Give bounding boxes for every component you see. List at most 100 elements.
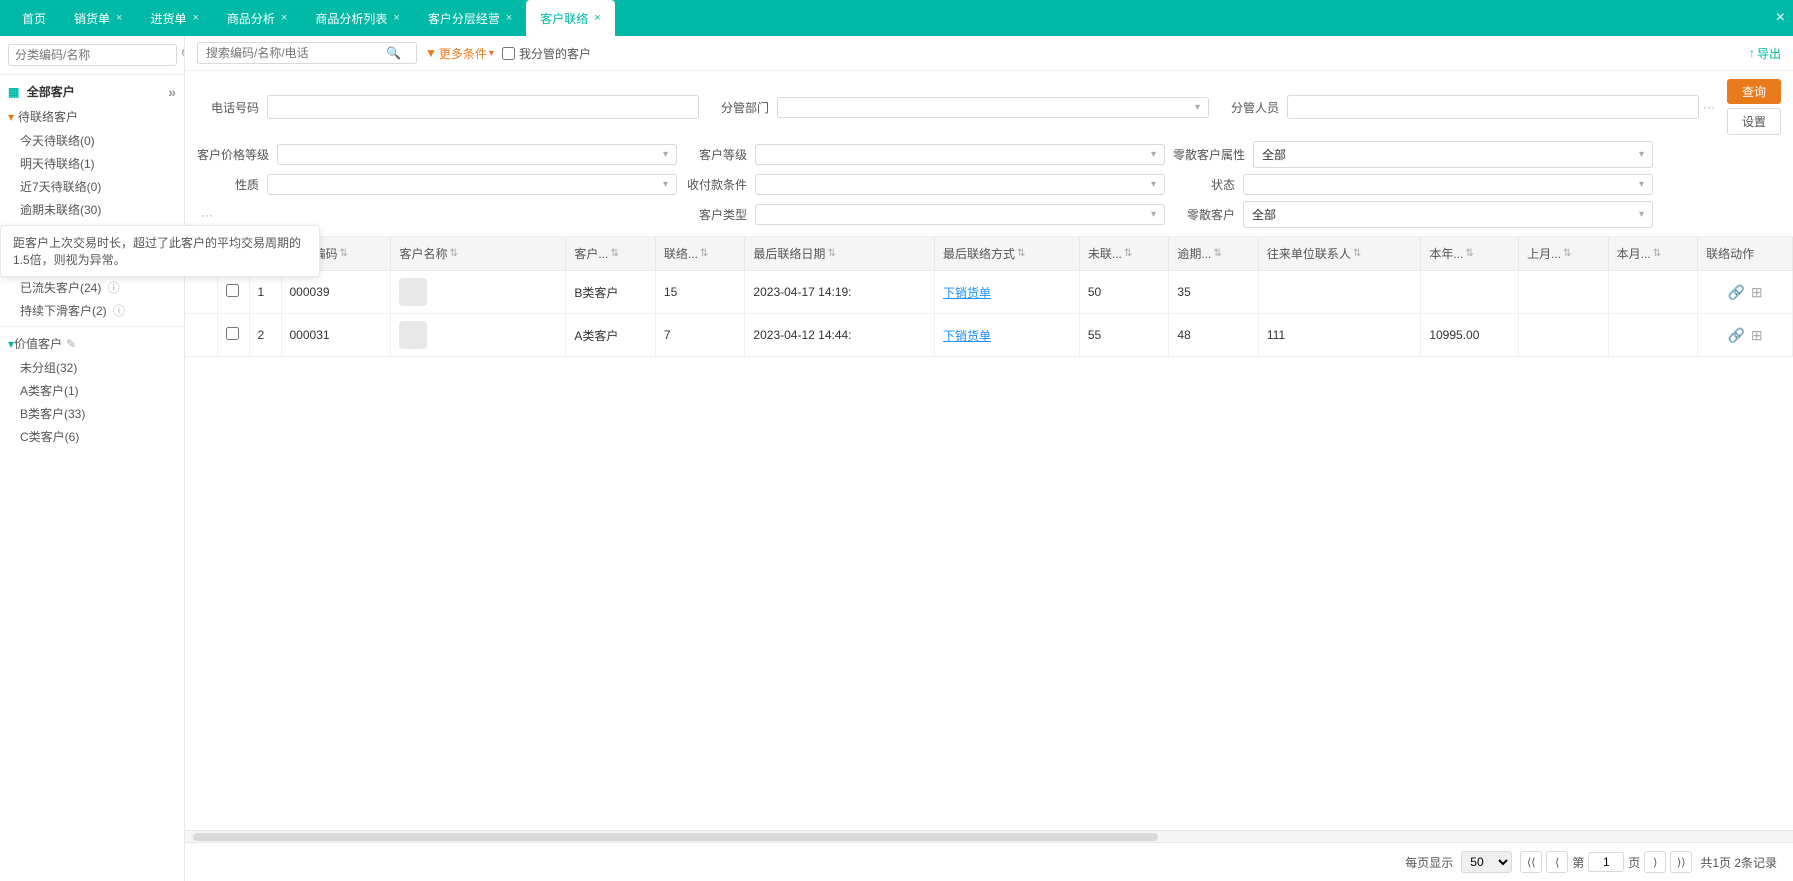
sidebar-item-7days[interactable]: 近7天待联络(0) <box>0 175 184 198</box>
filter-search-icon[interactable]: 🔍 <box>386 46 401 60</box>
nature-select[interactable]: ▾ <box>267 174 677 195</box>
grid-icon: ▦ <box>8 85 19 99</box>
payment-select[interactable]: ▾ <box>755 174 1165 195</box>
customer-level-select[interactable]: ▾ <box>755 144 1165 165</box>
nav-purchase-order-close[interactable]: × <box>192 12 198 24</box>
status-select[interactable]: ▾ <box>1243 174 1653 195</box>
info-icon-3: ⓘ <box>108 281 120 295</box>
cell-uncontacted-2: 55 <box>1079 314 1169 357</box>
sort-lastmonth-icon: ⇅ <box>1563 248 1571 259</box>
nav-customer-segment[interactable]: 客户分层经营 × <box>414 0 526 36</box>
grid-action-icon-1[interactable]: ⊞ <box>1751 284 1763 301</box>
sidebar-item-a-class[interactable]: A类客户(1) <box>0 379 184 402</box>
retail-attr-select[interactable]: 全部 ▾ <box>1253 141 1653 168</box>
prev-page-btn[interactable]: ⟨ <box>1546 851 1568 873</box>
manager-dots-btn[interactable]: ··· <box>1699 96 1719 118</box>
per-page-select[interactable]: 50 100 200 <box>1461 851 1512 873</box>
sidebar-item-declining[interactable]: 持续下滑客户(2) ⓘ <box>0 299 184 322</box>
row2-checkbox[interactable] <box>226 327 239 340</box>
edit-icon[interactable]: ✎ <box>66 337 76 351</box>
sidebar-item-churned[interactable]: 已流失客户(24) ⓘ <box>0 276 184 299</box>
cell-method-2: 下销货单 <box>934 314 1079 357</box>
nav-purchase-order[interactable]: 进货单 × <box>136 0 212 36</box>
col-last-month[interactable]: 上月... ⇅ <box>1519 237 1609 271</box>
sidebar-item-today[interactable]: 今天待联络(0) <box>0 129 184 152</box>
settings-button[interactable]: 设置 <box>1727 108 1781 135</box>
col-last-contact-method[interactable]: 最后联络方式 ⇅ <box>934 237 1079 271</box>
cell-contact-1: 15 <box>655 271 745 314</box>
filter-field-dots: ··· <box>197 204 677 226</box>
row4-dots-btn[interactable]: ··· <box>197 204 217 226</box>
link-icon-2[interactable]: 🔗 <box>1727 327 1744 344</box>
cell-thismonth-1 <box>1608 271 1698 314</box>
sidebar: 🔍 ▦ 全部客户 » ▾ 待联络客户 今天待联络(0) 明天待联络(1) 近7天… <box>0 36 185 881</box>
filter-more-conditions[interactable]: ▼ 更多条件 ▾ <box>425 45 494 62</box>
method-link-2[interactable]: 下销货单 <box>943 329 991 343</box>
sidebar-item-tomorrow[interactable]: 明天待联络(1) <box>0 152 184 175</box>
col-overdue[interactable]: 逾期... ⇅ <box>1169 237 1259 271</box>
nav-product-analysis[interactable]: 商品分析 × <box>213 0 301 36</box>
filter-my-customers-area: 我分管的客户 <box>502 45 591 62</box>
sidebar-item-ungrouped[interactable]: 未分组(32) <box>0 356 184 379</box>
col-name[interactable]: 客户名称 ⇅ <box>391 237 566 271</box>
scrollbar-thumb[interactable] <box>193 833 1158 841</box>
nav-home[interactable]: 首页 <box>8 0 60 36</box>
filter-row-4: ··· 客户类型 ▾ 零散客户 全部 ▾ <box>197 201 1781 228</box>
page-number-input[interactable] <box>1588 852 1624 872</box>
manager-input[interactable] <box>1287 95 1699 119</box>
col-uncontacted[interactable]: 未联... ⇅ <box>1079 237 1169 271</box>
nav-customer-segment-close[interactable]: × <box>506 12 512 24</box>
status-arrow: ▾ <box>1639 179 1644 190</box>
sidebar-item-overdue[interactable]: 逾期未联络(30) <box>0 198 184 221</box>
sidebar-group-pending[interactable]: ▾ 待联络客户 <box>0 104 184 129</box>
nav-customer-contact[interactable]: 客户联络 × <box>526 0 614 36</box>
customer-type-arrow: ▾ <box>1151 209 1156 220</box>
department-select[interactable]: ▾ <box>777 97 1209 118</box>
col-contact[interactable]: 联络... ⇅ <box>655 237 745 271</box>
customer-type-select[interactable]: ▾ <box>755 204 1165 225</box>
phone-input[interactable] <box>267 95 699 119</box>
nav-customer-contact-close[interactable]: × <box>594 12 600 24</box>
export-button[interactable]: ↑ 导出 <box>1749 45 1781 62</box>
sidebar-search-input[interactable] <box>8 44 177 66</box>
nav-product-analysis-close[interactable]: × <box>281 12 287 24</box>
sidebar-collapse-btn[interactable]: » <box>168 84 176 100</box>
sort-assoc-icon: ⇅ <box>1353 248 1361 259</box>
grid-action-icon-2[interactable]: ⊞ <box>1751 327 1763 344</box>
sort-thismonth-icon: ⇅ <box>1653 248 1661 259</box>
query-button[interactable]: 查询 <box>1727 79 1781 104</box>
col-this-year[interactable]: 本年... ⇅ <box>1421 237 1519 271</box>
my-customers-checkbox[interactable] <box>502 47 515 60</box>
nav-product-analysis-list[interactable]: 商品分析列表 × <box>301 0 413 36</box>
horizontal-scrollbar[interactable] <box>185 830 1793 842</box>
link-icon-1[interactable]: 🔗 <box>1727 284 1744 301</box>
nature-arrow: ▾ <box>663 179 668 190</box>
nature-label: 性质 <box>197 176 267 193</box>
col-last-contact-date[interactable]: 最后联络日期 ⇅ <box>745 237 935 271</box>
sidebar-value-group[interactable]: ▾ 价值客户 ✎ <box>0 331 184 356</box>
filter-field-manager: 分管人员 ··· <box>1217 95 1719 119</box>
sort-date-icon: ⇅ <box>827 248 835 259</box>
last-page-btn[interactable]: ⟩⟩ <box>1670 851 1692 873</box>
method-link-1[interactable]: 下销货单 <box>943 286 991 300</box>
main-layout: 🔍 ▦ 全部客户 » ▾ 待联络客户 今天待联络(0) 明天待联络(1) 近7天… <box>0 36 1793 881</box>
nav-product-analysis-list-close[interactable]: × <box>393 12 399 24</box>
col-this-month[interactable]: 本月... ⇅ <box>1608 237 1698 271</box>
first-page-btn[interactable]: ⟨⟨ <box>1520 851 1542 873</box>
next-page-btn[interactable]: ⟩ <box>1644 851 1666 873</box>
retail-customer-select[interactable]: 全部 ▾ <box>1243 201 1653 228</box>
sort-method-icon: ⇅ <box>1017 248 1025 259</box>
filter-search-box: 🔍 <box>197 42 417 64</box>
row1-checkbox[interactable] <box>226 284 239 297</box>
close-all-button[interactable]: × <box>1776 9 1785 27</box>
sidebar-item-b-class[interactable]: B类客户(33) <box>0 402 184 425</box>
sidebar-item-c-class[interactable]: C类客户(6) <box>0 425 184 448</box>
col-customer-type[interactable]: 客户... ⇅ <box>566 237 656 271</box>
sidebar-divider-2 <box>0 326 184 327</box>
price-level-select[interactable]: ▾ <box>277 144 677 165</box>
filter-search-input[interactable] <box>206 46 386 60</box>
per-page-label: 每页显示 <box>1405 854 1453 871</box>
col-associated-person[interactable]: 往来单位联系人 ⇅ <box>1258 237 1420 271</box>
nav-sales-order-close[interactable]: × <box>116 12 122 24</box>
nav-sales-order[interactable]: 销货单 × <box>60 0 136 36</box>
